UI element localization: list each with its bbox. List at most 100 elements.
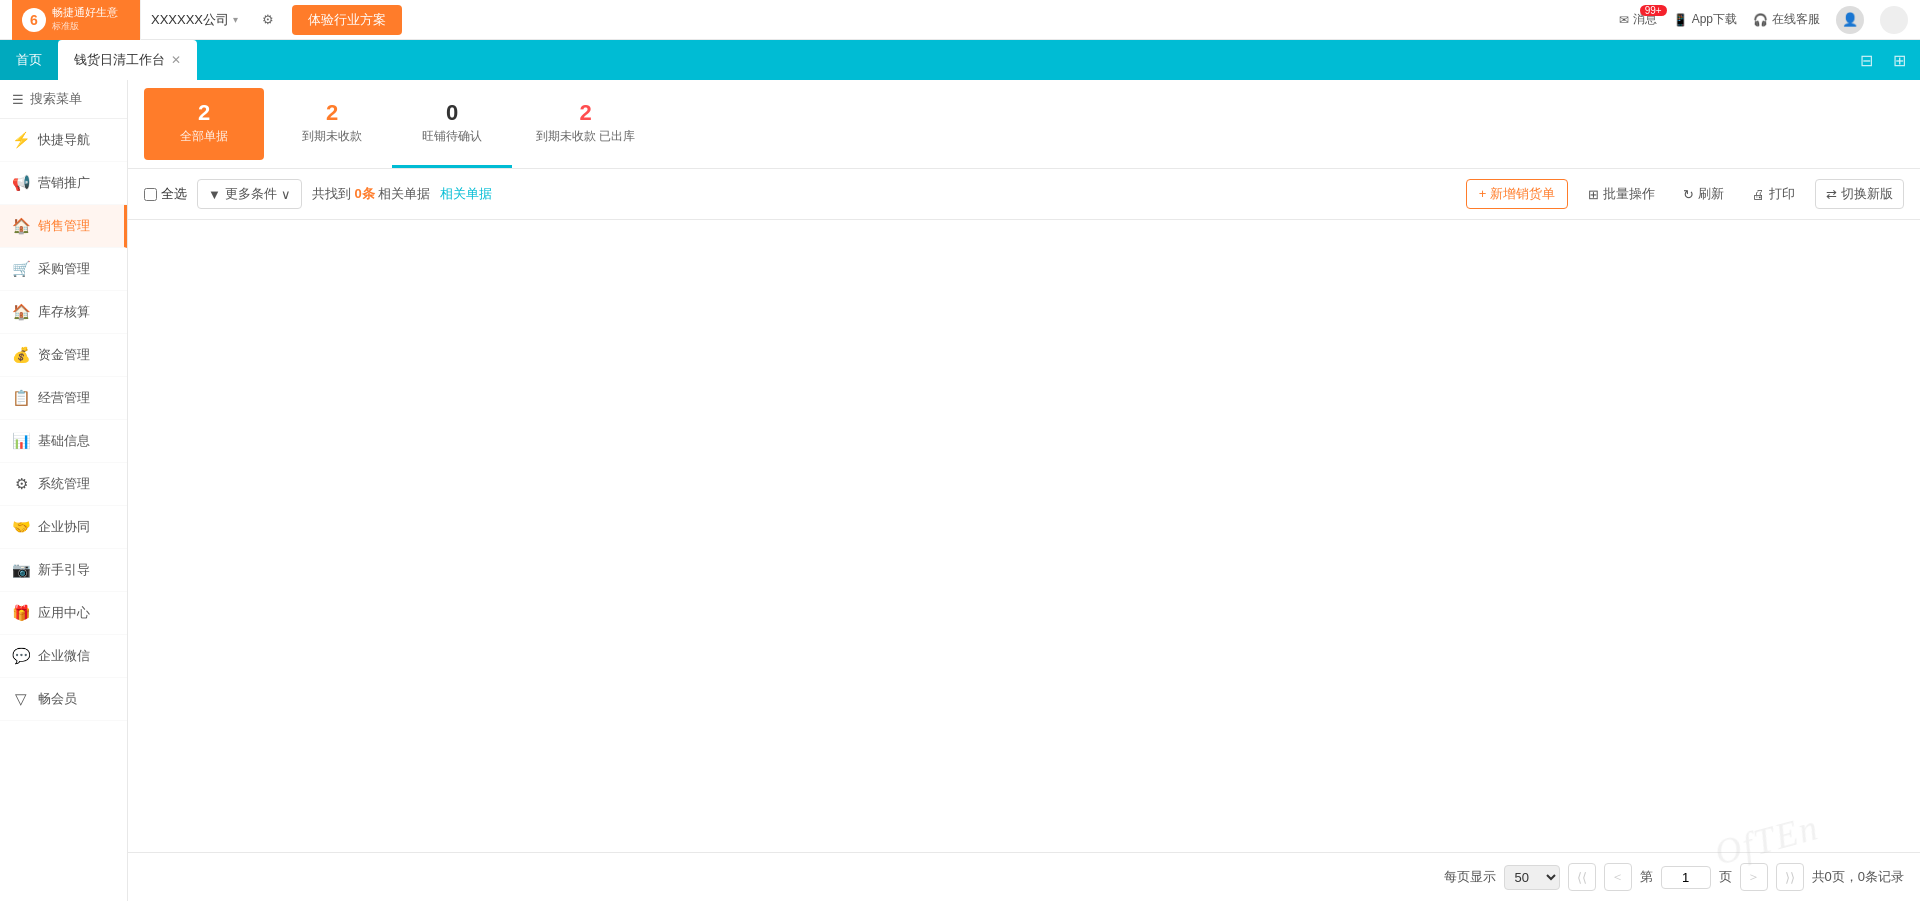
toolbar: 全选 ▼ 更多条件 ∨ 共找到 0条 相关单据 相关单据 + 新增销货单 <box>128 169 1920 220</box>
search-menu-button[interactable]: ☰ 搜索菜单 <box>0 80 127 119</box>
last-page-button[interactable]: ⟩⟩ <box>1776 863 1804 891</box>
stat-shipped[interactable]: 2 到期未收款 已出库 <box>512 80 659 168</box>
found-suffix: 相关单据 <box>378 186 430 201</box>
tab-work-bench[interactable]: 钱货日清工作台 ✕ <box>58 40 197 80</box>
sidebar-item-finance[interactable]: 💰 资金管理 <box>0 334 127 377</box>
tab-home[interactable]: 首页 <box>0 40 58 80</box>
member-icon: ▽ <box>12 690 30 708</box>
maximize-button[interactable]: ⊞ <box>1887 49 1912 72</box>
page-suffix: 页 <box>1719 868 1732 886</box>
sidebar-item-wechat[interactable]: 💬 企业微信 <box>0 635 127 678</box>
logo-area: 6 畅捷通好生意 标准版 <box>12 0 140 40</box>
sidebar-item-basic-info[interactable]: 📊 基础信息 <box>0 420 127 463</box>
sidebar-item-sales[interactable]: 🏠 销售管理 <box>0 205 127 248</box>
refresh-button[interactable]: ↻ 刷新 <box>1675 181 1732 207</box>
stat-shipped-number: 2 <box>580 100 592 126</box>
online-service-label: 在线客服 <box>1772 11 1820 28</box>
inventory-label: 库存核算 <box>38 303 90 321</box>
switch-version-button[interactable]: ⇄ 切换新版 <box>1815 179 1904 209</box>
system-icon: ⚙ <box>12 475 30 493</box>
main-layout: ☰ 搜索菜单 ⚡ 快捷导航 📢 营销推广 🏠 销售管理 🛒 采购管理 🏠 库存核… <box>0 80 1920 901</box>
beginner-label: 新手引导 <box>38 561 90 579</box>
content-area: 2 全部单据 2 到期未收款 0 旺铺待确认 2 到期未收款 已出库 全选 <box>128 80 1920 901</box>
management-icon: 📋 <box>12 389 30 407</box>
marketing-label: 营销推广 <box>38 174 90 192</box>
minimize-button[interactable]: ⊟ <box>1854 49 1879 72</box>
nav-tab-controls: ⊟ ⊞ <box>1854 49 1920 72</box>
marketing-icon: 📢 <box>12 174 30 192</box>
batch-operation-button[interactable]: ⊞ 批量操作 <box>1580 181 1663 207</box>
avatar[interactable]: 👤 <box>1836 6 1864 34</box>
checkbox-input[interactable] <box>144 188 157 201</box>
sidebar-item-quick-nav[interactable]: ⚡ 快捷导航 <box>0 119 127 162</box>
per-page-select[interactable]: 10 20 50 100 <box>1504 865 1560 890</box>
workbench-tab-label: 钱货日清工作台 <box>74 51 165 69</box>
stat-wangpu[interactable]: 0 旺铺待确认 <box>392 80 512 168</box>
select-all-checkbox[interactable]: 全选 <box>144 185 187 203</box>
sidebar-item-member[interactable]: ▽ 畅会员 <box>0 678 127 721</box>
stat-shipped-label: 到期未收款 已出库 <box>536 128 635 145</box>
basic-info-icon: 📊 <box>12 432 30 450</box>
related-orders-link[interactable]: 相关单据 <box>440 185 492 203</box>
print-icon: 🖨 <box>1752 187 1765 202</box>
page-label: 第 <box>1640 868 1653 886</box>
top-header: 6 畅捷通好生意 标准版 XXXXXX公司 ▾ ⚙ 体验行业方案 ✉ 消息 99… <box>0 0 1920 40</box>
wechat-icon: 💬 <box>12 647 30 665</box>
search-menu-label: 搜索菜单 <box>30 90 82 108</box>
stat-all-orders[interactable]: 2 全部单据 <box>144 88 264 160</box>
basic-info-label: 基础信息 <box>38 432 90 450</box>
chevron-down-icon: ∨ <box>281 187 291 202</box>
company-name: XXXXXX公司 <box>151 11 229 29</box>
next-page-button[interactable]: ＞ <box>1740 863 1768 891</box>
sidebar-item-inventory[interactable]: 🏠 库存核算 <box>0 291 127 334</box>
select-all-label: 全选 <box>161 185 187 203</box>
header-right: ✉ 消息 99+ 📱 App下载 🎧 在线客服 👤 <box>1619 6 1908 34</box>
app-download-button[interactable]: 📱 App下载 <box>1673 11 1737 28</box>
download-icon: 📱 <box>1673 13 1688 27</box>
sidebar-item-system[interactable]: ⚙ 系统管理 <box>0 463 127 506</box>
user-icon: 👤 <box>1842 12 1858 27</box>
sidebar-item-app-center[interactable]: 🎁 应用中心 <box>0 592 127 635</box>
per-page-label: 每页显示 <box>1444 868 1496 886</box>
stat-all-number: 2 <box>198 100 210 126</box>
first-page-button[interactable]: ⟨⟨ <box>1568 863 1596 891</box>
quick-nav-label: 快捷导航 <box>38 131 90 149</box>
chevron-down-icon: ▾ <box>233 14 238 25</box>
print-label: 打印 <box>1769 185 1795 203</box>
stats-row: 2 全部单据 2 到期未收款 0 旺铺待确认 2 到期未收款 已出库 <box>128 80 1920 169</box>
purchase-label: 采购管理 <box>38 260 90 278</box>
close-icon[interactable]: ✕ <box>171 53 181 67</box>
message-button[interactable]: ✉ 消息 99+ <box>1619 11 1657 28</box>
found-prefix: 共找到 <box>312 186 351 201</box>
service-icon: 🎧 <box>1753 13 1768 27</box>
logo-text: 畅捷通好生意 标准版 <box>52 6 118 32</box>
sidebar-item-purchase[interactable]: 🛒 采购管理 <box>0 248 127 291</box>
filter-button[interactable]: ▼ 更多条件 ∨ <box>197 179 302 209</box>
sidebar: ☰ 搜索菜单 ⚡ 快捷导航 📢 营销推广 🏠 销售管理 🛒 采购管理 🏠 库存核… <box>0 80 128 901</box>
stat-all-label: 全部单据 <box>180 128 228 145</box>
add-order-button[interactable]: + 新增销货单 <box>1466 179 1568 209</box>
message-badge: 99+ <box>1640 5 1667 16</box>
add-order-label: + 新增销货单 <box>1479 185 1555 203</box>
settings-button[interactable]: ⚙ <box>252 4 284 36</box>
sidebar-item-beginner[interactable]: 📷 新手引导 <box>0 549 127 592</box>
member-label: 畅会员 <box>38 690 77 708</box>
sidebar-item-management[interactable]: 📋 经营管理 <box>0 377 127 420</box>
stat-overdue[interactable]: 2 到期未收款 <box>272 80 392 168</box>
company-selector[interactable]: XXXXXX公司 ▾ <box>140 0 248 40</box>
trial-button[interactable]: 体验行业方案 <box>292 5 402 35</box>
purchase-icon: 🛒 <box>12 260 30 278</box>
search-icon: ☰ <box>12 92 24 107</box>
sidebar-item-marketing[interactable]: 📢 营销推广 <box>0 162 127 205</box>
switch-label: 切换新版 <box>1841 185 1893 203</box>
enterprise-icon: 🤝 <box>12 518 30 536</box>
home-tab-label: 首页 <box>16 51 42 69</box>
app-title: 畅捷通好生意 <box>52 6 118 19</box>
page-input[interactable] <box>1661 866 1711 889</box>
online-service-button[interactable]: 🎧 在线客服 <box>1753 11 1820 28</box>
app-download-label: App下载 <box>1692 11 1737 28</box>
sidebar-item-enterprise[interactable]: 🤝 企业协同 <box>0 506 127 549</box>
prev-page-button[interactable]: ＜ <box>1604 863 1632 891</box>
print-button[interactable]: 🖨 打印 <box>1744 181 1803 207</box>
found-count: 0条 <box>355 186 375 201</box>
